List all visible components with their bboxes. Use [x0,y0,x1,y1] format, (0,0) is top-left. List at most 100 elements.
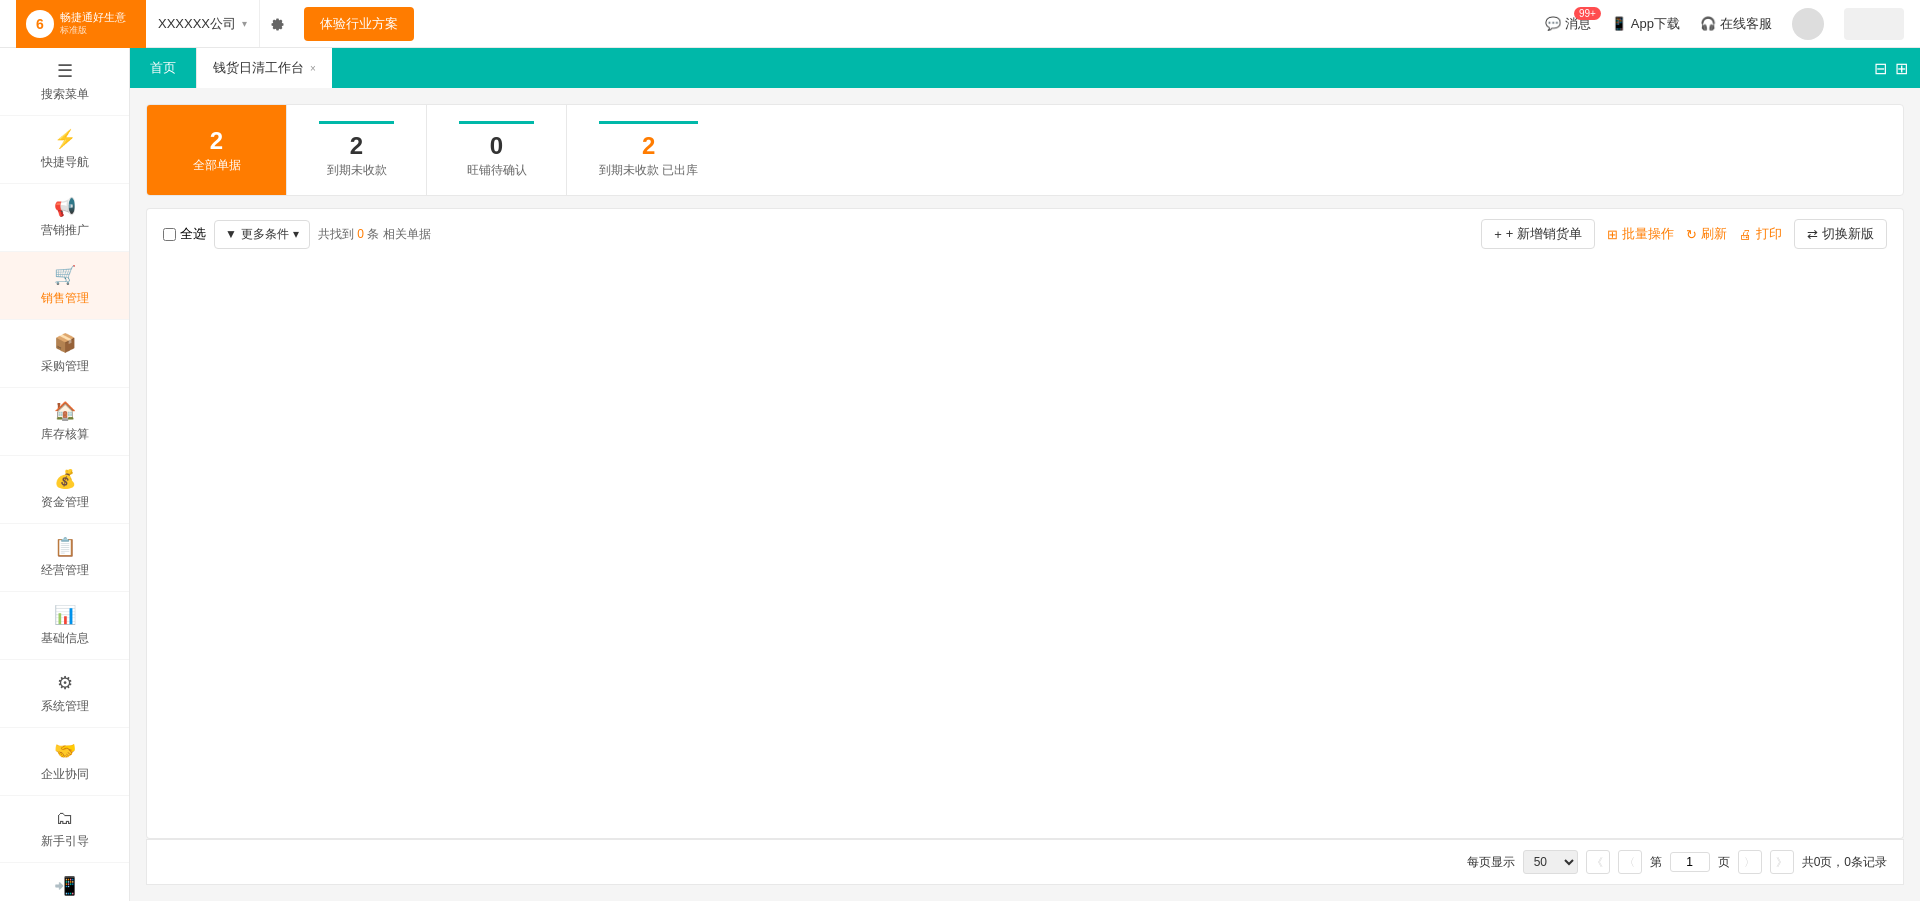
purchase-icon: 📦 [54,332,76,354]
sidebar-label-purchase: 采购管理 [41,358,89,375]
sidebar-item-operations[interactable]: 📋 经营管理 [0,524,129,592]
messages-badge: 99+ [1574,7,1601,20]
company-selector[interactable]: XXXXXX公司 ▾ [146,0,260,47]
messages-btn[interactable]: 💬 消息 99+ [1545,15,1591,33]
tab-maximize-button[interactable]: ⊞ [1895,59,1908,78]
refresh-button[interactable]: ↻ 刷新 [1686,225,1727,243]
sidebar-item-enterprise[interactable]: 🤝 企业协同 [0,728,129,796]
inventory-icon: 🏠 [54,400,76,422]
sidebar-item-sales[interactable]: 🛒 销售管理 [0,252,129,320]
page-size-select[interactable]: 50 10 20 100 [1523,850,1578,874]
batch-ops-button[interactable]: ⊞ 批量操作 [1607,225,1674,243]
stat-card-overdue-unshipped[interactable]: 2 到期未收款 已出库 [567,105,730,195]
tab-home[interactable]: 首页 [130,48,196,88]
sidebar-label-basic-info: 基础信息 [41,630,89,647]
new-sale-button[interactable]: + + 新增销货单 [1481,219,1595,249]
stat-num-all: 2 [210,127,223,155]
online-service-btn[interactable]: 🎧 在线客服 [1700,15,1772,33]
sidebar-item-marketing[interactable]: 📢 营销推广 [0,184,129,252]
sidebar-label-marketing: 营销推广 [41,222,89,239]
tab-close-icon[interactable]: × [310,63,316,74]
stat-card-overdue-unpaid[interactable]: 2 到期未收款 [287,105,427,195]
batch-icon: ⊞ [1607,227,1618,242]
sidebar-item-guide[interactable]: 🗂 新手引导 [0,796,129,863]
quick-nav-icon: ⚡ [54,128,76,150]
sidebar: ☰ 搜索菜单 ⚡ 快捷导航 📢 营销推广 🛒 销售管理 📦 采购管理 🏠 库存核… [0,48,130,901]
tab-bar: 首页 钱货日清工作台 × ⊟ ⊞ [130,48,1920,88]
sidebar-item-inventory[interactable]: 🏠 库存核算 [0,388,129,456]
new-sale-label: + 新增销货单 [1506,225,1582,243]
stat-label-overdue-unpaid: 到期未收款 [327,162,387,179]
app-download-icon: 📱 [1611,16,1627,31]
table-section: 全选 ▼ 更多条件 ▾ 共找到 0 条 相关单据 [146,208,1904,885]
operations-icon: 📋 [54,536,76,558]
finance-icon: 💰 [54,468,76,490]
message-icon: 💬 [1545,16,1561,31]
system-icon: ⚙ [57,672,73,694]
select-all-checkbox[interactable]: 全选 [163,225,206,243]
page-content: 2 全部单据 2 到期未收款 0 旺铺待确认 2 到期未收款 已出库 [130,88,1920,901]
sidebar-item-basic-info[interactable]: 📊 基础信息 [0,592,129,660]
toolbar-left: 全选 ▼ 更多条件 ▾ 共找到 0 条 相关单据 [163,220,1469,249]
stats-cards: 2 全部单据 2 到期未收款 0 旺铺待确认 2 到期未收款 已出库 [146,104,1904,196]
avatar[interactable] [1792,8,1824,40]
sidebar-item-app-center[interactable]: 📲 应用中心 [0,863,129,901]
sidebar-item-purchase[interactable]: 📦 采购管理 [0,320,129,388]
page-input[interactable] [1670,852,1710,872]
print-label: 打印 [1756,225,1782,243]
empty-content [147,259,1903,659]
headset-icon: 🎧 [1700,16,1716,31]
sidebar-label-finance: 资金管理 [41,494,89,511]
tab-minimize-button[interactable]: ⊟ [1874,59,1887,78]
sidebar-label-operations: 经营管理 [41,562,89,579]
plus-icon: + [1494,227,1502,242]
filter-label: 更多条件 [241,226,289,243]
sidebar-item-quick-nav[interactable]: ⚡ 快捷导航 [0,116,129,184]
trial-button[interactable]: 体验行业方案 [304,7,414,41]
sidebar-label-system: 系统管理 [41,698,89,715]
print-icon: 🖨 [1739,227,1752,242]
chevron-down-icon: ▾ [242,18,247,29]
filter-icon: ▼ [225,227,237,241]
basic-info-icon: 📊 [54,604,76,626]
guide-icon: 🗂 [56,808,74,829]
select-all-label: 全选 [180,225,206,243]
sidebar-item-finance[interactable]: 💰 资金管理 [0,456,129,524]
next-page-button[interactable]: 〉 [1738,850,1762,874]
app-center-icon: 📲 [54,875,76,897]
switch-version-button[interactable]: ⇄ 切换新版 [1794,219,1887,249]
stat-num-overdue-unpaid: 2 [350,132,363,160]
tab-current[interactable]: 钱货日清工作台 × [196,48,332,88]
toolbar: 全选 ▼ 更多条件 ▾ 共找到 0 条 相关单据 [146,208,1904,259]
stat-label-all: 全部单据 [193,157,241,174]
found-unit: 条 [367,227,379,241]
sidebar-item-system[interactable]: ⚙ 系统管理 [0,660,129,728]
filter-button[interactable]: ▼ 更多条件 ▾ [214,220,310,249]
sidebar-item-search-menu[interactable]: ☰ 搜索菜单 [0,48,129,116]
online-service-label: 在线客服 [1720,15,1772,33]
settings-button[interactable] [260,6,296,42]
app-download-label: App下载 [1631,15,1680,33]
logo-area: 6 畅捷通好生意 标准版 [16,0,146,48]
top-bar: 6 畅捷通好生意 标准版 XXXXXX公司 ▾ 体验行业方案 💬 消息 99+ … [0,0,1920,48]
content-area: 首页 钱货日清工作台 × ⊟ ⊞ 2 全部单据 2 [130,48,1920,901]
first-page-button[interactable]: 《 [1586,850,1610,874]
stat-card-pending-confirm[interactable]: 0 旺铺待确认 [427,105,567,195]
prev-page-button[interactable]: 〈 [1618,850,1642,874]
app-download-btn[interactable]: 📱 App下载 [1611,15,1680,33]
tab-home-label: 首页 [150,59,176,77]
found-text: 共找到 0 条 相关单据 [318,226,431,243]
last-page-button[interactable]: 》 [1770,850,1794,874]
refresh-label: 刷新 [1701,225,1727,243]
found-suffix: 相关单据 [383,227,431,241]
batch-label: 批量操作 [1622,225,1674,243]
select-all-input[interactable] [163,228,176,241]
tab-current-label: 钱货日清工作台 [213,59,304,77]
page-prefix: 第 [1650,854,1662,871]
found-count: 0 [357,227,364,241]
stat-card-all[interactable]: 2 全部单据 [147,105,287,195]
page-suffix: 页 [1718,854,1730,871]
print-button[interactable]: 🖨 打印 [1739,225,1782,243]
stat-num-pending-confirm: 0 [490,132,503,160]
sidebar-label-enterprise: 企业协同 [41,766,89,783]
